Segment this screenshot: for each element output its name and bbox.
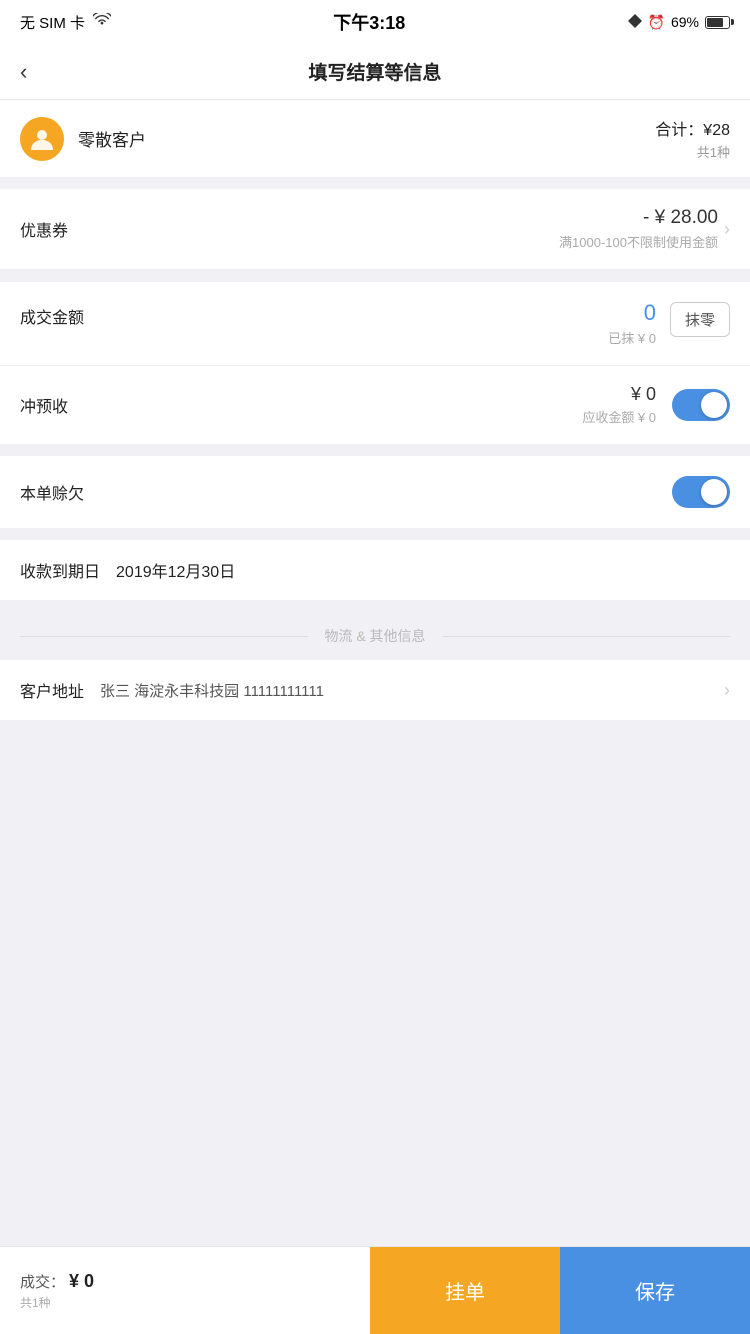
prepay-sub: 应收金额 ¥ 0 xyxy=(582,407,656,426)
address-row[interactable]: 客户地址 张三 海淀永丰科技园 11111111111 › xyxy=(0,660,750,720)
logistics-label: 物流 & 其他信息 xyxy=(324,626,425,646)
content: 零散客户 合计：¥28 共1种 优惠券 - ¥ 28.00 满1000-100不… xyxy=(0,100,750,820)
deal-sub: 已抹 ¥ 0 xyxy=(608,328,656,347)
coupon-label: 优惠券 xyxy=(20,217,68,241)
prepay-left: 冲预收 xyxy=(20,393,68,417)
deal-amount-label: 成交金额 xyxy=(20,300,84,328)
bottom-deal-amount: ¥ 0 xyxy=(69,1271,94,1292)
due-date-label: 收款到期日 xyxy=(20,558,100,582)
nav-bar: ‹ 填写结算等信息 xyxy=(0,44,750,100)
avatar xyxy=(20,117,64,161)
coupon-description: 满1000-100不限制使用金额 xyxy=(559,232,718,251)
back-button[interactable]: ‹ xyxy=(12,51,35,93)
address-label: 客户地址 xyxy=(20,678,84,702)
due-date-row: 收款到期日 2019年12月30日 xyxy=(0,540,750,600)
status-left: 无 SIM 卡 xyxy=(20,12,111,33)
battery-icon xyxy=(705,16,730,29)
customer-row: 零散客户 合计：¥28 共1种 xyxy=(0,100,750,177)
logistics-line-left xyxy=(20,636,308,637)
deal-amount-value: 0 xyxy=(608,300,656,326)
address-value: 张三 海淀永丰科技园 11111111111 xyxy=(100,680,716,701)
prepay-label: 冲预收 xyxy=(20,393,68,417)
customer-name: 零散客户 xyxy=(78,126,146,151)
coupon-chevron-icon: › xyxy=(724,219,730,240)
total-count: 共1种 xyxy=(655,142,730,161)
total-amount: 合计：¥28 xyxy=(655,116,730,140)
pending-button[interactable]: 挂单 xyxy=(370,1247,560,1334)
save-button[interactable]: 保存 xyxy=(560,1247,750,1334)
status-right: ⏰ 69% xyxy=(628,14,730,31)
network-label: 无 SIM 卡 xyxy=(20,12,85,33)
alarm-icon: ⏰ xyxy=(648,14,665,31)
coupon-row[interactable]: 优惠券 - ¥ 28.00 满1000-100不限制使用金额 › xyxy=(0,189,750,270)
prepay-value-wrap: ¥ 0 应收金额 ¥ 0 xyxy=(582,384,656,426)
customer-total: 合计：¥28 共1种 xyxy=(655,116,730,161)
address-chevron-icon: › xyxy=(724,680,730,701)
customer-left: 零散客户 xyxy=(20,117,146,161)
coupon-discount: - ¥ 28.00 xyxy=(559,207,718,229)
deal-amount-row: 成交金额 0 已抹 ¥ 0 抹零 xyxy=(0,282,750,366)
deal-amount-right: 0 已抹 ¥ 0 抹零 xyxy=(608,300,730,347)
due-date-value: 2019年12月30日 xyxy=(116,558,235,582)
deal-section: 成交金额 0 已抹 ¥ 0 抹零 冲预收 ¥ 0 应收金额 ¥ 0 xyxy=(0,282,750,444)
toggle-knob xyxy=(701,392,727,418)
prepay-toggle[interactable] xyxy=(672,389,730,421)
nav-title: 填写结算等信息 xyxy=(308,58,441,85)
status-time: 下午3:18 xyxy=(333,9,405,35)
status-bar: 无 SIM 卡 下午3:18 ⏰ 69% xyxy=(0,0,750,44)
coupon-right: - ¥ 28.00 满1000-100不限制使用金额 xyxy=(559,207,718,251)
debt-label: 本单赊欠 xyxy=(20,480,84,504)
round-zero-button[interactable]: 抹零 xyxy=(670,302,730,337)
logistics-header: 物流 & 其他信息 xyxy=(0,612,750,660)
bottom-count: 共1种 xyxy=(20,1294,350,1311)
debt-toggle[interactable] xyxy=(672,476,730,508)
wifi-icon xyxy=(93,13,111,31)
bottom-bar: 成交： ¥ 0 共1种 挂单 保存 xyxy=(0,1246,750,1334)
debt-toggle-knob xyxy=(701,479,727,505)
prepay-right: ¥ 0 应收金额 ¥ 0 xyxy=(582,384,730,426)
debt-row: 本单赊欠 xyxy=(0,456,750,528)
location-icon xyxy=(628,14,642,31)
bottom-info: 成交： ¥ 0 共1种 xyxy=(0,1271,370,1311)
prepay-amount: ¥ 0 xyxy=(582,384,656,405)
bottom-deal-label: 成交： xyxy=(20,1271,65,1292)
prepay-row: 冲预收 ¥ 0 应收金额 ¥ 0 xyxy=(0,366,750,444)
logistics-line-right xyxy=(442,636,730,637)
battery-percent: 69% xyxy=(671,14,699,30)
deal-value-wrap: 0 已抹 ¥ 0 xyxy=(608,300,656,347)
